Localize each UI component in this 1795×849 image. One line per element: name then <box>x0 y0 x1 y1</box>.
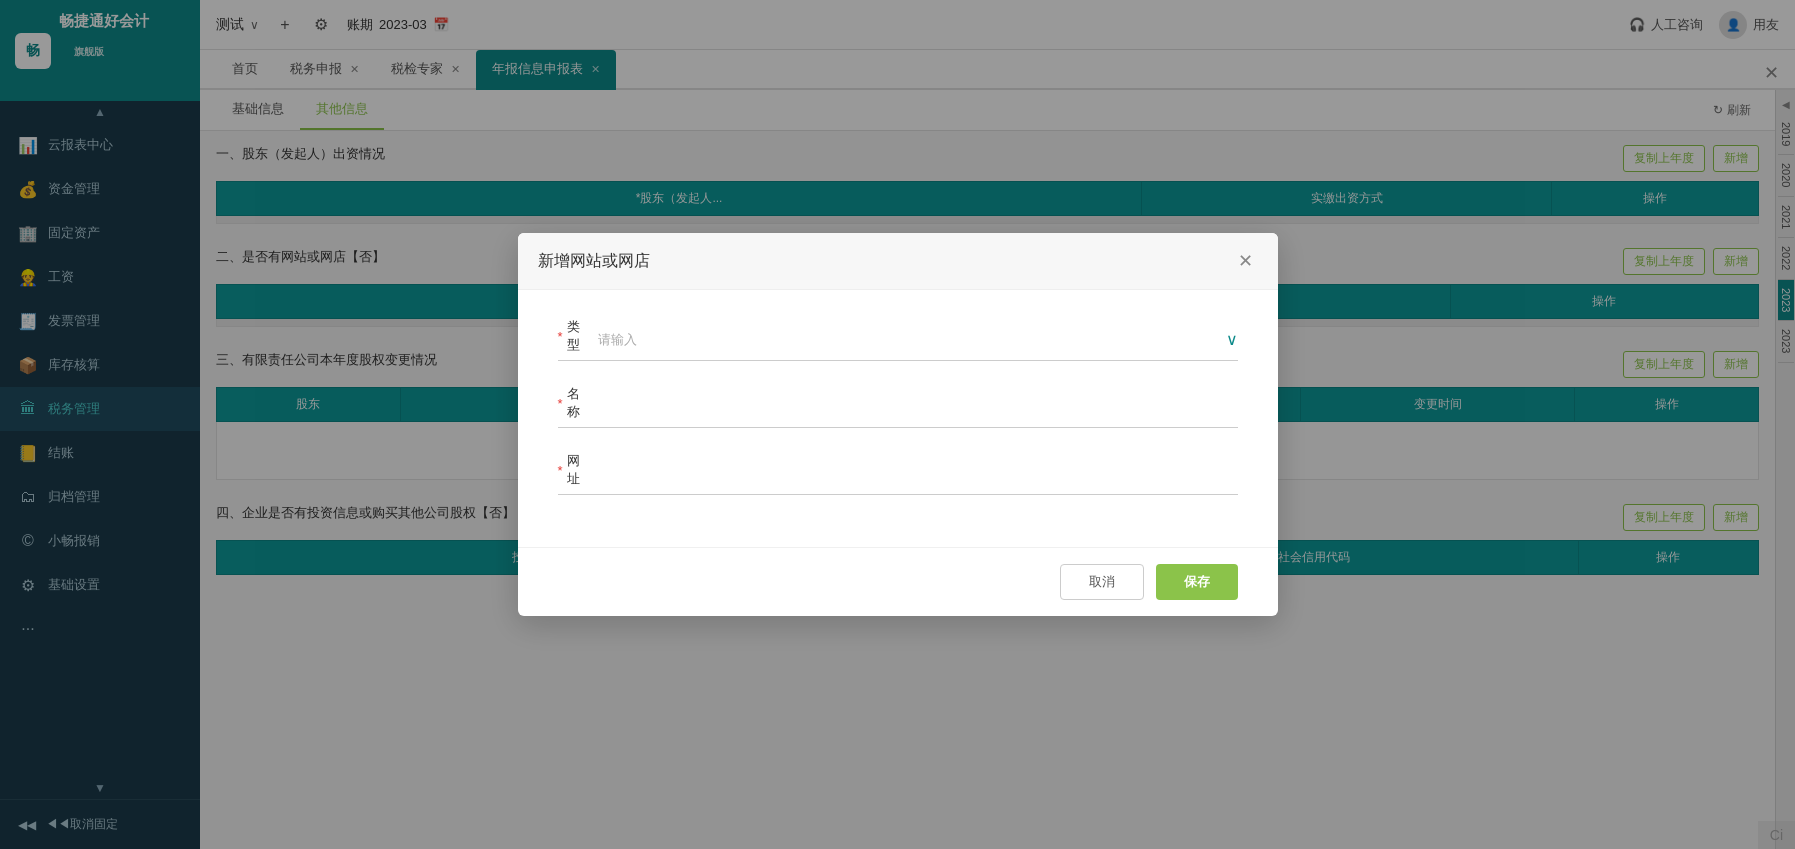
cancel-button[interactable]: 取消 <box>1060 564 1144 600</box>
form-field-type: * 类型 ∨ <box>558 318 1238 361</box>
dialog-footer: 取消 保存 <box>518 547 1278 616</box>
name-input-wrapper: * 名称 <box>558 385 1238 428</box>
save-button[interactable]: 保存 <box>1156 564 1238 600</box>
dialog-overlay[interactable]: 新增网站或网店 ✕ * 类型 ∨ <box>0 0 1795 849</box>
url-input-wrapper: * 网址 <box>558 452 1238 495</box>
dialog-close-button[interactable]: ✕ <box>1234 249 1258 273</box>
name-input[interactable] <box>598 393 1237 420</box>
type-input[interactable] <box>598 326 1237 353</box>
dialog-header: 新增网站或网店 ✕ <box>518 233 1278 290</box>
form-field-url: * 网址 <box>558 452 1238 495</box>
name-label: * 名称 <box>558 385 591 421</box>
dialog-title: 新增网站或网店 <box>538 251 650 272</box>
type-input-wrapper: * 类型 ∨ <box>558 318 1238 361</box>
url-label: * 网址 <box>558 452 591 488</box>
type-dropdown-icon[interactable]: ∨ <box>1226 330 1238 349</box>
dialog-close-icon: ✕ <box>1238 250 1253 272</box>
type-label: * 类型 <box>558 318 591 354</box>
url-input[interactable] <box>598 460 1237 487</box>
form-field-name: * 名称 <box>558 385 1238 428</box>
dialog-body: * 类型 ∨ * 名称 <box>518 290 1278 547</box>
dialog-add-website: 新增网站或网店 ✕ * 类型 ∨ <box>518 233 1278 616</box>
